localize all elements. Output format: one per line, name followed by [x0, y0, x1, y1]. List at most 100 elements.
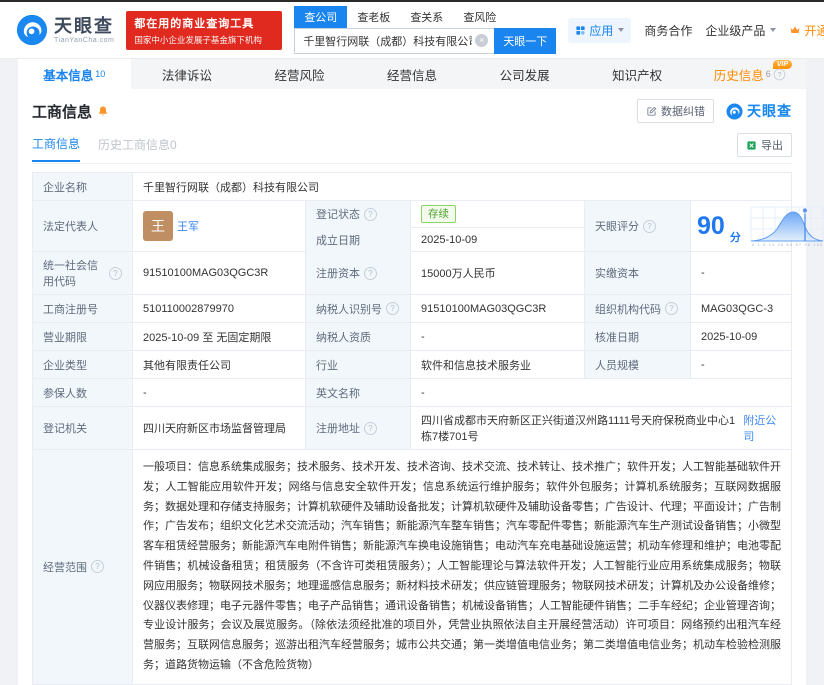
tab-label: 法律诉讼 — [161, 68, 212, 83]
search-area: 查公司 查老板 查关系 查风险 天眼一下 — [294, 6, 557, 54]
help-icon[interactable] — [109, 266, 122, 280]
help-icon[interactable] — [643, 219, 656, 233]
tab-history-info[interactable]: VIP 历史信息 6 — [693, 59, 806, 89]
info-circle-icon[interactable] — [773, 68, 786, 80]
legal-rep-label: 法定代表人 — [33, 201, 132, 251]
org-code-label: 组织机构代码 — [584, 295, 690, 322]
tab-basic-info[interactable]: 基本信息 10 — [18, 59, 131, 89]
label-text: 组织机构代码 — [595, 303, 661, 316]
banner-line2: 国家中小企业发展子基金旗下机构 — [134, 34, 262, 45]
score-axis-labels: 0 1 5 14 36 66 87 98 100 — [752, 243, 822, 247]
search-tab-risk[interactable]: 查风险 — [453, 6, 506, 28]
correction-icon — [646, 106, 657, 117]
logo-name: 天眼查 — [54, 15, 114, 36]
business-info-table: 企业名称 千里智行网联（成都）科技有限公司 法定代表人 王 王军 登记状态 存续… — [32, 172, 824, 685]
business-scope-value: 一般项目：信息系统集成服务；技术服务、技术开发、技术咨询、技术交流、技术转让、技… — [132, 450, 791, 684]
search-button[interactable]: 天眼一下 — [494, 28, 557, 54]
help-icon[interactable] — [665, 302, 678, 315]
tab-intellectual-property[interactable]: 知识产权 — [581, 59, 694, 89]
tab-label: 基本信息 — [43, 68, 94, 83]
business-term-value: 2025-10-09 至 无固定期限 — [132, 323, 305, 350]
business-info-card: 工商信息 数据纠错 天眼查 工商信息 历史工商信息0 导出 企业名称 千里智行网… — [18, 89, 824, 685]
reg-authority-value: 四川天府新区市场监督管理局 — [132, 407, 305, 449]
label-text: 天眼评分 — [595, 221, 639, 233]
nav-vip-label: 开通会员 — [804, 23, 824, 38]
nav-open-vip[interactable]: 开通会员 — [789, 22, 824, 39]
table-row: 营业期限 2025-10-09 至 无固定期限 纳税人资质 - 核准日期 202… — [33, 322, 791, 350]
tab-legal-litigation[interactable]: 法律诉讼 — [131, 59, 244, 89]
insured-count-value: - — [132, 379, 305, 406]
data-correction-button[interactable]: 数据纠错 — [637, 99, 714, 123]
legal-rep-name-link[interactable]: 王军 — [177, 218, 199, 234]
label-text: 经营范围 — [43, 561, 87, 574]
subtab-business-info[interactable]: 工商信息 — [32, 135, 81, 162]
help-icon[interactable] — [364, 207, 377, 221]
staff-size-label: 人员规模 — [584, 351, 690, 378]
help-icon[interactable] — [364, 266, 377, 280]
table-row: 企业类型 其他有限责任公司 行业 软件和信息技术服务业 人员规模 - — [33, 350, 791, 378]
business-scope-label: 经营范围 — [33, 450, 132, 684]
establish-date-value: 2025-10-09 — [410, 226, 584, 253]
export-button[interactable]: 导出 — [737, 133, 792, 157]
label-text: 纳税人识别号 — [316, 303, 382, 316]
paid-capital-value: - — [690, 252, 791, 294]
legal-rep-avatar[interactable]: 王 — [143, 211, 173, 241]
tab-label: 知识产权 — [612, 68, 663, 83]
search-tabs: 查公司 查老板 查关系 查风险 — [294, 6, 556, 28]
nav-enterprise-products[interactable]: 企业级产品 — [705, 22, 777, 39]
search-tab-relation[interactable]: 查关系 — [400, 6, 453, 28]
staff-size-value: - — [690, 351, 791, 378]
company-name-value: 千里智行网联（成都）科技有限公司 — [132, 173, 791, 200]
table-row: 参保人数 - 英文名称 - — [33, 378, 791, 406]
score-label: 天眼评分 — [584, 201, 690, 251]
reg-number-label: 工商注册号 — [33, 295, 132, 322]
nearby-companies-link[interactable]: 附近公司 — [743, 412, 781, 444]
search-tab-company[interactable]: 查公司 — [294, 6, 348, 28]
correction-label: 数据纠错 — [661, 106, 705, 118]
nav-apps[interactable]: 应用 — [568, 17, 632, 43]
reg-status-value: 存续 — [410, 201, 584, 228]
tab-label: 公司发展 — [499, 68, 550, 83]
taxpayer-qualification-label: 纳税人资质 — [305, 323, 410, 350]
brand-icon — [726, 102, 743, 120]
tab-label: 经营信息 — [387, 68, 438, 83]
tab-operation-risk[interactable]: 经营风险 — [243, 59, 356, 89]
top-navigation: 应用 商务合作 企业级产品 开通会员 费米 — [568, 17, 824, 43]
tab-count: 6 — [765, 69, 771, 79]
search-input[interactable] — [294, 28, 495, 54]
org-code-value: MAG03QGC-3 — [690, 295, 791, 322]
paid-capital-label: 实缴资本 — [584, 252, 690, 294]
subscribe-bell-icon[interactable] — [97, 105, 109, 117]
score-unit: 分 — [729, 232, 741, 244]
sub-tabs: 工商信息 历史工商信息0 导出 — [32, 133, 792, 164]
subtab-history-business-info[interactable]: 历史工商信息0 — [98, 136, 177, 161]
label-text: 注册资本 — [316, 268, 360, 280]
tab-label: 历史信息 — [713, 68, 764, 83]
reg-status-label: 登记状态 — [305, 201, 410, 228]
search-tab-boss[interactable]: 查老板 — [347, 6, 400, 28]
crown-icon — [789, 24, 801, 36]
tab-company-development[interactable]: 公司发展 — [468, 59, 581, 89]
nav-apps-label: 应用 — [589, 23, 614, 38]
label-text: 统一社会信用代码 — [43, 260, 98, 288]
label-text: 登记状态 — [316, 209, 360, 221]
industry-label: 行业 — [305, 351, 410, 378]
reg-number-value: 510110002879970 — [132, 295, 305, 322]
tab-label: 经营风险 — [274, 68, 325, 83]
help-icon[interactable] — [91, 560, 104, 574]
tianyancha-logo[interactable]: 天眼查 TianYanCha.com — [16, 14, 114, 46]
tab-operation-info[interactable]: 经营信息 — [356, 59, 469, 89]
taxpayer-qualification-value: - — [410, 323, 584, 350]
help-icon[interactable] — [386, 302, 399, 315]
company-type-value: 其他有限责任公司 — [132, 351, 305, 378]
address-text: 四川省成都市天府新区正兴街道汉州路1111号天府保税商业中心1栋7楼701号 — [421, 415, 736, 443]
nav-cooperation-label: 商务合作 — [644, 23, 693, 38]
company-tabbar: 基本信息 10 法律诉讼 经营风险 经营信息 公司发展 知识产权 VIP 历史信息… — [18, 59, 806, 89]
industry-value: 软件和信息技术服务业 — [410, 351, 584, 378]
help-icon[interactable] — [364, 421, 377, 435]
export-label: 导出 — [761, 140, 783, 152]
nav-cooperation[interactable]: 商务合作 — [644, 22, 692, 39]
table-row: 法定代表人 王 王军 登记状态 存续 成立日期 2025-10-09 天眼评分 … — [33, 200, 824, 253]
score-cell[interactable]: 90 分 0 1 5 14 36 66 87 98 100 — [690, 201, 824, 251]
establish-date-label: 成立日期 — [305, 226, 410, 253]
